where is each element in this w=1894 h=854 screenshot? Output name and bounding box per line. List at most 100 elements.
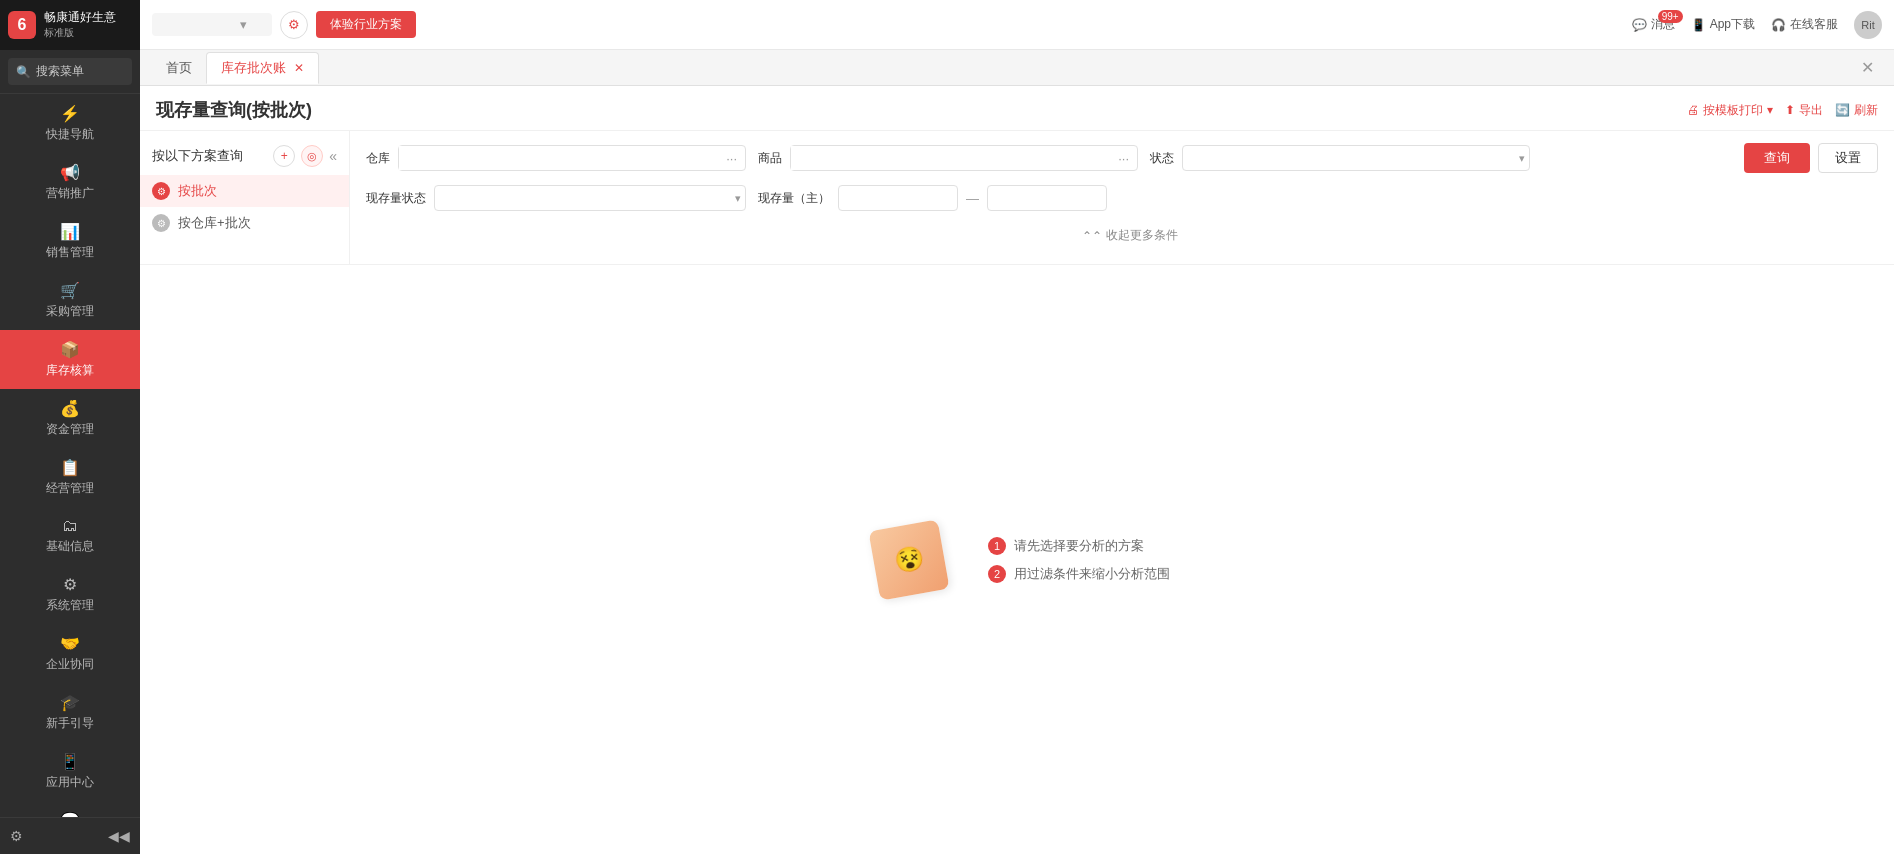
- marketing-icon: 📢: [60, 163, 80, 182]
- filter-item-by-warehouse-batch[interactable]: ⚙ 按仓库+批次: [140, 207, 349, 239]
- sidebar-item-inventory[interactable]: 📦 库存核算: [0, 330, 140, 389]
- chevron-up-icon: ⌃⌃: [1082, 229, 1102, 243]
- messages-button[interactable]: 💬 消息 99+: [1632, 16, 1675, 33]
- page-content: 现存量查询(按批次) 🖨 按模板打印 ▾ ⬆ 导出 🔄 刷新: [140, 86, 1894, 854]
- message-icon: 💬: [1632, 18, 1647, 32]
- collapse-more-button[interactable]: ⌃⌃ 收起更多条件: [382, 223, 1878, 252]
- filter-sidebar-title: 按以下方案查询: [152, 147, 243, 165]
- sidebar-item-corpwechat[interactable]: 💬 企业微信: [0, 801, 140, 817]
- operations-icon: 📋: [60, 458, 80, 477]
- warehouse-more-icon[interactable]: ···: [718, 151, 745, 166]
- dropdown-icon[interactable]: ▾: [240, 17, 247, 32]
- chevron-down-icon: ▾: [1767, 103, 1773, 117]
- tab-batch-inventory-label: 库存批次账: [221, 59, 286, 77]
- filter-panel: 按以下方案查询 + ◎ « ⚙ 按批次 ⚙ 按仓库+批次: [140, 131, 1894, 264]
- qty-min-input[interactable]: [838, 185, 958, 211]
- page-title: 现存量查询(按批次): [156, 98, 312, 122]
- sidebar-item-label: 库存核算: [46, 362, 94, 379]
- search-icon: 🔍: [16, 65, 31, 79]
- goods-more-icon[interactable]: ···: [1110, 151, 1137, 166]
- inventory-status-label: 现存量状态: [366, 190, 426, 207]
- sidebar-item-newguide[interactable]: 🎓 新手引导: [0, 683, 140, 742]
- quick-nav-icon: ⚡: [60, 104, 80, 123]
- sidebar-item-finance[interactable]: 💰 资金管理: [0, 389, 140, 448]
- sidebar-item-sales[interactable]: 📊 销售管理: [0, 212, 140, 271]
- goods-input-wrapper: ···: [790, 145, 1138, 171]
- close-all-button[interactable]: ✕: [1853, 58, 1882, 77]
- inventory-qty-label: 现存量（主）: [758, 190, 830, 207]
- topbar: ▾ ⚙ 体验行业方案 💬 消息 99+ 📱 App下载 🎧 在线客服 Rit: [140, 0, 1894, 50]
- refresh-icon: 🔄: [1835, 103, 1850, 117]
- online-service-button[interactable]: 🎧 在线客服: [1771, 16, 1838, 33]
- filter-add-button[interactable]: +: [273, 145, 295, 167]
- empty-state: 1 请先选择要分析的方案 2 用过滤条件来缩小分析范围: [140, 265, 1894, 854]
- refresh-button[interactable]: 🔄 刷新: [1835, 102, 1878, 119]
- page-header: 现存量查询(按批次) 🖨 按模板打印 ▾ ⬆ 导出 🔄 刷新: [140, 86, 1894, 131]
- sidebar: 6 畅康通好生意 标准版 🔍 搜索菜单 ⚡ 快捷导航 📢 营销推广 📊 销售管理…: [0, 0, 140, 854]
- sidebar-item-quick-nav[interactable]: ⚡ 快捷导航: [0, 94, 140, 153]
- headset-icon: 🎧: [1771, 18, 1786, 32]
- user-menu-button[interactable]: Rit: [1854, 11, 1882, 39]
- system-icon: ⚙: [63, 575, 77, 594]
- sidebar-item-purchase[interactable]: 🛒 采购管理: [0, 271, 140, 330]
- filter-target-button[interactable]: ◎: [301, 145, 323, 167]
- tab-area-close: ✕: [1853, 58, 1882, 77]
- tab-batch-inventory[interactable]: 库存批次账 ✕: [206, 52, 319, 84]
- filter-item-by-batch[interactable]: ⚙ 按批次: [140, 175, 349, 207]
- status-label: 状态: [1150, 150, 1174, 167]
- sidebar-item-label: 系统管理: [46, 597, 94, 614]
- sidebar-item-label: 采购管理: [46, 303, 94, 320]
- status-select[interactable]: [1191, 146, 1519, 170]
- experience-button[interactable]: 体验行业方案: [316, 11, 416, 38]
- sidebar-item-basic[interactable]: 🗂 基础信息: [0, 507, 140, 565]
- export-button[interactable]: ⬆ 导出: [1785, 102, 1823, 119]
- appcenter-icon: 📱: [60, 752, 80, 771]
- sidebar-item-marketing[interactable]: 📢 营销推广: [0, 153, 140, 212]
- topbar-left: ▾ ⚙ 体验行业方案: [152, 11, 1624, 39]
- sidebar-item-operations[interactable]: 📋 经营管理: [0, 448, 140, 507]
- sidebar-item-label: 应用中心: [46, 774, 94, 791]
- empty-box-graphic: [868, 519, 949, 600]
- filter-sidebar: 按以下方案查询 + ◎ « ⚙ 按批次 ⚙ 按仓库+批次: [140, 131, 350, 264]
- inventory-status-select[interactable]: [443, 186, 735, 210]
- sidebar-settings-button[interactable]: ⚙: [10, 828, 23, 844]
- sidebar-item-label: 经营管理: [46, 480, 94, 497]
- topbar-settings-button[interactable]: ⚙: [280, 11, 308, 39]
- sidebar-header: 6 畅康通好生意 标准版: [0, 0, 140, 50]
- topbar-search-input[interactable]: [160, 18, 240, 32]
- finance-icon: 💰: [60, 399, 80, 418]
- settings-button[interactable]: 设置: [1818, 143, 1878, 173]
- app-download-button[interactable]: 📱 App下载: [1691, 16, 1755, 33]
- messages-badge: 99+: [1658, 10, 1683, 23]
- tab-close-button[interactable]: ✕: [294, 61, 304, 75]
- print-template-button[interactable]: 🖨 按模板打印 ▾: [1687, 102, 1773, 119]
- sidebar-item-enterprise[interactable]: 🤝 企业协同: [0, 624, 140, 683]
- app-name: 畅康通好生意: [44, 10, 116, 26]
- app-info: 畅康通好生意 标准版: [44, 10, 116, 40]
- sidebar-collapse-button[interactable]: ◀◀: [108, 828, 130, 844]
- qty-max-input[interactable]: [987, 185, 1107, 211]
- app-version: 标准版: [44, 26, 116, 40]
- sidebar-item-label: 基础信息: [46, 538, 94, 555]
- goods-input[interactable]: [791, 146, 1110, 170]
- app-logo: 6: [8, 11, 36, 39]
- warehouse-input-wrapper: ···: [398, 145, 746, 171]
- sidebar-item-label: 快捷导航: [46, 126, 94, 143]
- sidebar-item-system[interactable]: ⚙ 系统管理: [0, 565, 140, 624]
- sidebar-search-area[interactable]: 🔍 搜索菜单: [0, 50, 140, 94]
- sidebar-search-button[interactable]: 🔍 搜索菜单: [8, 58, 132, 85]
- chevron-down-icon: ▾: [1519, 152, 1525, 165]
- chevron-down-icon2: ▾: [735, 192, 741, 205]
- goods-group: 商品 ···: [758, 145, 1138, 171]
- filter-sidebar-actions: + ◎ «: [273, 145, 337, 167]
- query-button[interactable]: 查询: [1744, 143, 1810, 173]
- filter-collapse-button[interactable]: «: [329, 148, 337, 164]
- warehouse-input[interactable]: [399, 146, 718, 170]
- sidebar-item-label: 新手引导: [46, 715, 94, 732]
- filter-sidebar-header: 按以下方案查询 + ◎ «: [140, 141, 349, 175]
- tab-home[interactable]: 首页: [152, 53, 206, 83]
- sidebar-item-appcenter[interactable]: 📱 应用中心: [0, 742, 140, 801]
- sales-icon: 📊: [60, 222, 80, 241]
- warehouse-label: 仓库: [366, 150, 390, 167]
- sidebar-item-label: 企业协同: [46, 656, 94, 673]
